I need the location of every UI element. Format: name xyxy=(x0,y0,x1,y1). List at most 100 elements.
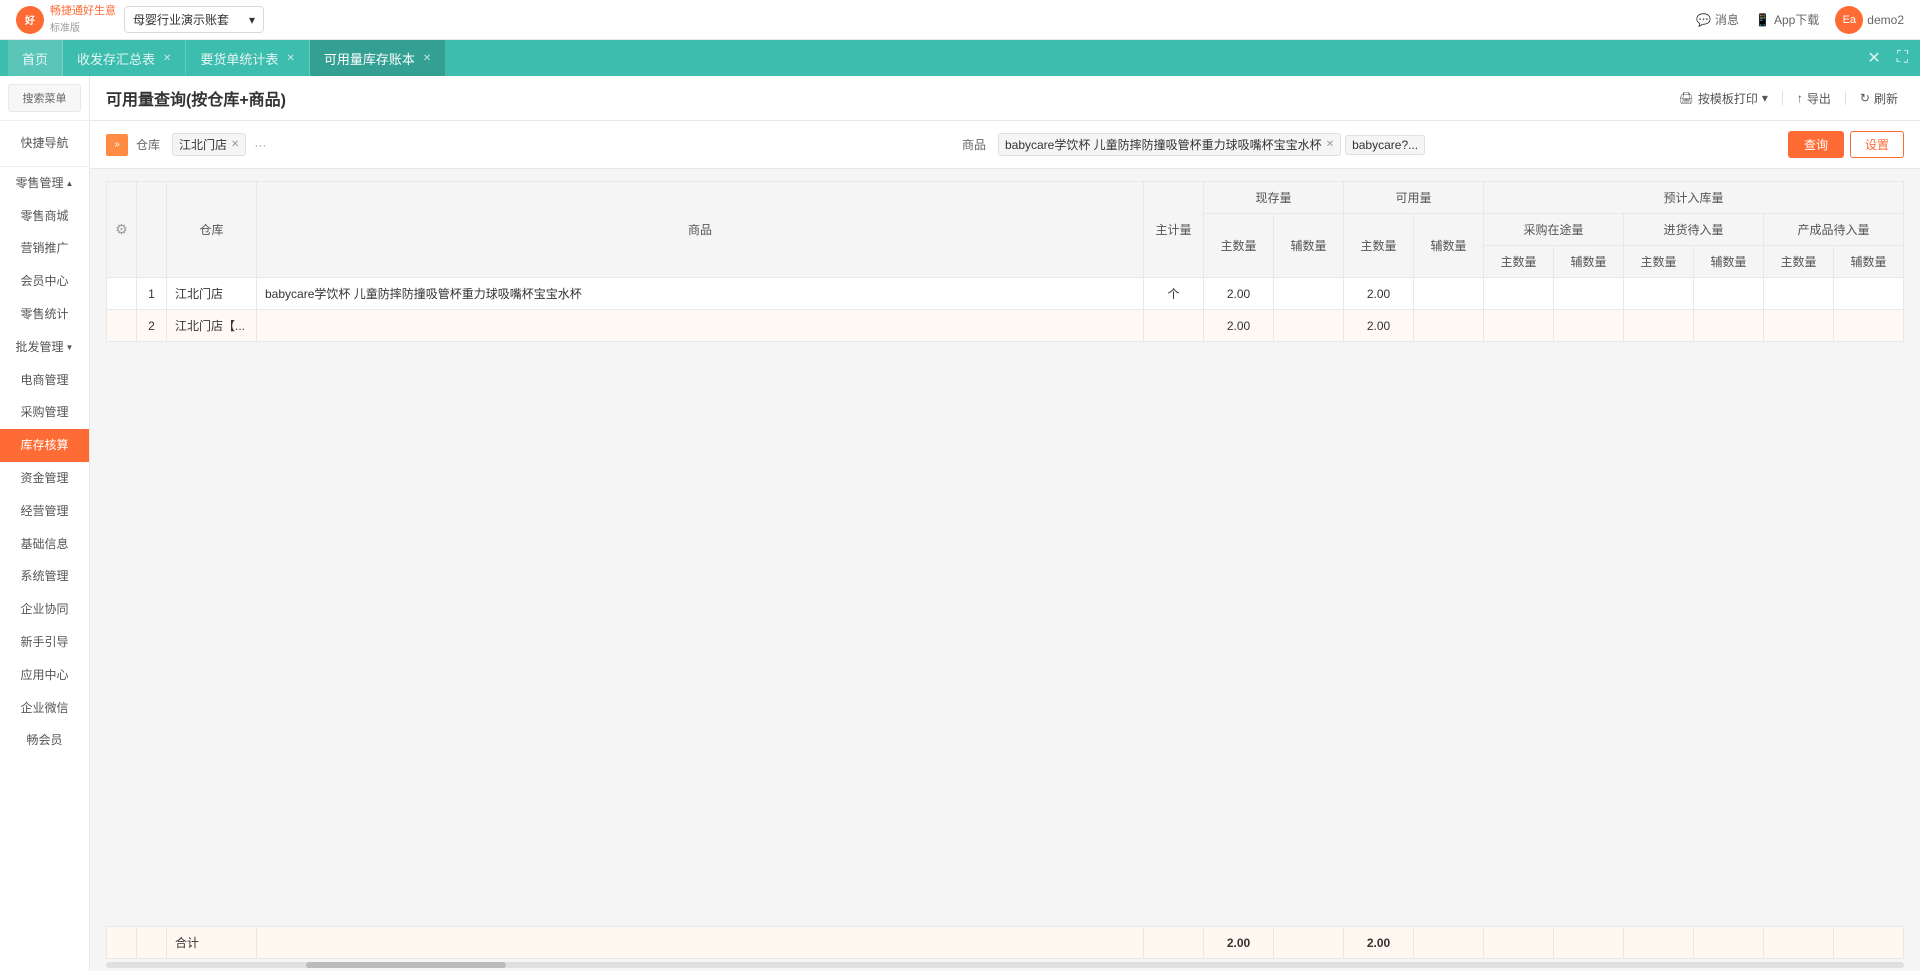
horizontal-scrollbar[interactable] xyxy=(90,959,1920,971)
footer-stock-main: 2.00 xyxy=(1204,927,1274,959)
sidebar-item-inventory-check[interactable]: 库存核算 xyxy=(0,429,89,462)
sidebar-item-app-center[interactable]: 应用中心 xyxy=(0,659,89,692)
scroll-track xyxy=(106,962,1904,968)
export-icon: ↑ xyxy=(1797,91,1803,105)
tab-available[interactable]: 可用量库存账本 ✕ xyxy=(310,40,446,76)
logo-area: 好 畅捷通好生意 标准版 xyxy=(16,5,116,33)
th-stock-main: 主数量 xyxy=(1204,214,1274,278)
user-profile[interactable]: Ea demo2 xyxy=(1835,6,1904,34)
sidebar-item-retail-store[interactable]: 零售商城 xyxy=(0,200,89,233)
footer-stock-aux xyxy=(1274,927,1344,959)
sidebar-item-purchase-mgmt[interactable]: 采购管理 xyxy=(0,396,89,429)
gear-icon[interactable]: ⚙ xyxy=(115,221,128,237)
close-tab-receive[interactable]: ✕ xyxy=(163,53,171,64)
product-tag-2[interactable]: babycare?... xyxy=(1345,135,1425,155)
tab-receive[interactable]: 收发存汇总表 ✕ xyxy=(63,40,186,76)
settings-button[interactable]: 设置 xyxy=(1850,131,1904,158)
tab-order[interactable]: 要货单统计表 ✕ xyxy=(186,40,309,76)
product-tag-1[interactable]: babycare学饮杯 儿童防摔防撞吸管杯重力球吸嘴杯宝宝水杯 ✕ xyxy=(998,133,1341,156)
th-production-main: 主数量 xyxy=(1764,246,1834,278)
filter-more-button[interactable]: ··· xyxy=(250,136,270,154)
message-button[interactable]: 💬 消息 xyxy=(1696,11,1739,28)
row2-stock-main: 2.00 xyxy=(1204,310,1274,342)
refresh-button[interactable]: ↻ 刷新 xyxy=(1854,87,1904,110)
query-button[interactable]: 查询 xyxy=(1788,131,1844,158)
app-download-button[interactable]: 📱 App下载 xyxy=(1755,11,1819,28)
page-actions: 🖨 按模板打印 ▾ ↑ 导出 ↻ 刷新 xyxy=(1673,87,1904,110)
sidebar-item-operation-mgmt[interactable]: 经营管理 xyxy=(0,495,89,528)
footer-unit xyxy=(1144,927,1204,959)
action-divider xyxy=(1782,91,1783,105)
table-wrap: ⚙ 仓库 商品 主计量 现存量 可用量 预计入库量 主数量 辅数量 主数量 xyxy=(90,169,1920,926)
search-menu-button[interactable]: 搜索菜单 xyxy=(8,84,81,112)
footer-incoming-main xyxy=(1624,927,1694,959)
th-production-aux: 辅数量 xyxy=(1834,246,1904,278)
row1-stock-main: 2.00 xyxy=(1204,278,1274,310)
th-available-main: 主数量 xyxy=(1344,214,1414,278)
row1-no: 1 xyxy=(137,278,167,310)
close-tab-available[interactable]: ✕ xyxy=(423,53,431,64)
print-template-button[interactable]: 🖨 按模板打印 ▾ xyxy=(1673,87,1774,110)
top-bar-right: 💬 消息 📱 App下载 Ea demo2 xyxy=(1696,6,1904,34)
footer-incoming-aux xyxy=(1694,927,1764,959)
sidebar-item-enterprise-wechat[interactable]: 企业微信 xyxy=(0,692,89,725)
chevron-up-icon: ▲ xyxy=(66,178,74,189)
sidebar-item-wholesale-mgmt[interactable]: 批发管理 ▼ xyxy=(0,331,89,364)
content-area: 可用量查询(按仓库+商品) 🖨 按模板打印 ▾ ↑ 导出 ↻ 刷新 xyxy=(90,76,1920,971)
sidebar-item-retail-stats[interactable]: 零售统计 xyxy=(0,298,89,331)
row1-product: babycare学饮杯 儿童防摔防撞吸管杯重力球吸嘴杯宝宝水杯 xyxy=(257,278,1144,310)
footer-table: 合计 2.00 2.00 xyxy=(106,926,1904,959)
export-button[interactable]: ↑ 导出 xyxy=(1791,87,1837,110)
footer-purchase-aux xyxy=(1554,927,1624,959)
sidebar-item-vip[interactable]: 畅会员 xyxy=(0,724,89,757)
scroll-thumb[interactable] xyxy=(306,962,506,968)
row1-stock-aux xyxy=(1274,278,1344,310)
industry-selector[interactable]: 母婴行业演示账套 ▾ xyxy=(124,6,264,33)
tab-home[interactable]: 首页 xyxy=(8,40,63,76)
sidebar-item-enterprise-collab[interactable]: 企业协同 xyxy=(0,593,89,626)
row1-unit: 个 xyxy=(1144,278,1204,310)
top-bar: 好 畅捷通好生意 标准版 母婴行业演示账套 ▾ 💬 消息 📱 App下载 Ea … xyxy=(0,0,1920,40)
remove-warehouse-tag[interactable]: ✕ xyxy=(231,139,239,150)
row2-production-main xyxy=(1764,310,1834,342)
data-table: ⚙ 仓库 商品 主计量 现存量 可用量 预计入库量 主数量 辅数量 主数量 xyxy=(106,181,1904,342)
sidebar-item-system-mgmt[interactable]: 系统管理 xyxy=(0,560,89,593)
sidebar-item-basic-info[interactable]: 基础信息 xyxy=(0,528,89,561)
sidebar-item-marketing[interactable]: 营销推广 xyxy=(0,232,89,265)
th-forecast-group: 预计入库量 xyxy=(1484,182,1904,214)
row2-incoming-main xyxy=(1624,310,1694,342)
top-bar-left: 好 畅捷通好生意 标准版 母婴行业演示账套 ▾ xyxy=(16,5,264,33)
sidebar-item-new-guide[interactable]: 新手引导 xyxy=(0,626,89,659)
avatar: Ea xyxy=(1835,6,1863,34)
sidebar-item-member-center[interactable]: 会员中心 xyxy=(0,265,89,298)
th-production-group: 产成品待入量 xyxy=(1764,214,1904,246)
sidebar-item-retail-mgmt[interactable]: 零售管理 ▲ xyxy=(0,167,89,200)
remove-product-tag-1[interactable]: ✕ xyxy=(1326,139,1334,150)
row2-warehouse: 江北门店【... xyxy=(167,310,257,342)
close-all-tabs-button[interactable]: ✕ xyxy=(1863,48,1884,68)
sidebar-item-ecommerce-mgmt[interactable]: 电商管理 xyxy=(0,364,89,397)
sidebar-search-area: 搜索菜单 xyxy=(0,76,89,121)
chevron-down-icon: ▾ xyxy=(1762,91,1768,105)
warehouse-label: 仓库 xyxy=(136,136,164,153)
th-purchase-main: 主数量 xyxy=(1484,246,1554,278)
sidebar: 搜索菜单 快捷导航 零售管理 ▲ 零售商城 营销推广 会员中心 零售统计 批发管… xyxy=(0,76,90,971)
filter-action-buttons: 查询 设置 xyxy=(1788,131,1904,158)
warehouse-tag-jiangbei[interactable]: 江北门店 ✕ xyxy=(172,133,246,156)
fullscreen-button[interactable]: ⛶ xyxy=(1893,49,1912,67)
footer-available-main: 2.00 xyxy=(1344,927,1414,959)
th-incoming-main: 主数量 xyxy=(1624,246,1694,278)
logo-icon: 好 xyxy=(16,6,44,34)
th-incoming-group: 进货待入量 xyxy=(1624,214,1764,246)
row2-unit xyxy=(1144,310,1204,342)
table-footer-area: 合计 2.00 2.00 xyxy=(90,926,1920,959)
sidebar-quicknav-section: 快捷导航 xyxy=(0,121,89,167)
filter-expand-button[interactable]: » xyxy=(106,134,128,156)
sidebar-item-quicknav[interactable]: 快捷导航 xyxy=(0,127,89,160)
row2-production-aux xyxy=(1834,310,1904,342)
sidebar-item-finance-mgmt[interactable]: 资金管理 xyxy=(0,462,89,495)
table-row: 1 江北门店 babycare学饮杯 儿童防摔防撞吸管杯重力球吸嘴杯宝宝水杯 个… xyxy=(107,278,1904,310)
th-warehouse: 仓库 xyxy=(167,182,257,278)
close-tab-order[interactable]: ✕ xyxy=(286,53,294,64)
th-product: 商品 xyxy=(257,182,1144,278)
